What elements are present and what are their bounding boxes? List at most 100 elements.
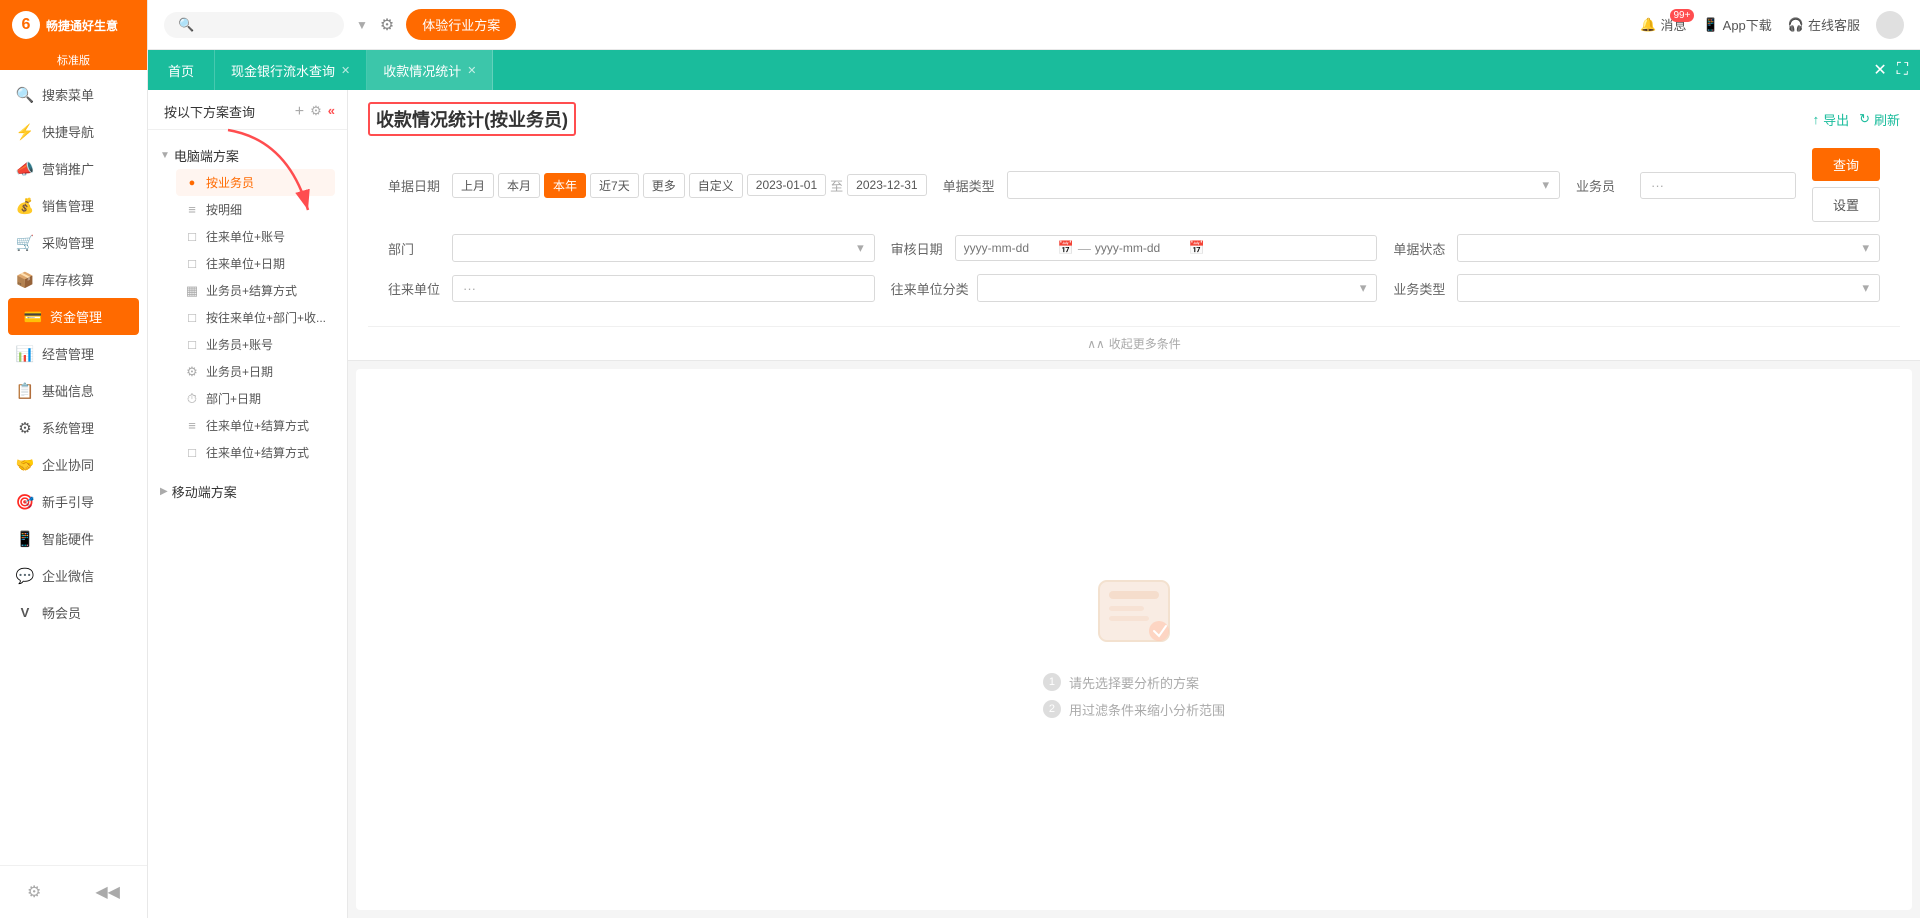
- tab-cashflow[interactable]: 现金银行流水查询 ✕: [215, 50, 367, 90]
- sidebar-settings-btn[interactable]: ⚙: [21, 876, 47, 908]
- salesman-date-icon: ⚙: [184, 364, 200, 380]
- tab-home[interactable]: 首页: [148, 50, 215, 90]
- sidebar-item-member[interactable]: V 畅会员: [0, 594, 147, 631]
- scheme-item-salesman-account[interactable]: □ 业务员+账号: [176, 331, 335, 358]
- audit-date-to-input[interactable]: [1095, 241, 1185, 255]
- logo-text: 畅捷通好生意: [46, 17, 118, 34]
- trial-btn[interactable]: 体验行业方案: [406, 9, 516, 40]
- salesman-account-icon: □: [184, 337, 200, 353]
- audit-date-from-input[interactable]: [964, 241, 1054, 255]
- doc-status-chevron-icon: ▾: [1862, 240, 1869, 256]
- member-icon: V: [16, 604, 34, 622]
- sidebar-item-system[interactable]: ⚙ 系统管理: [0, 409, 147, 446]
- topbar-search-box[interactable]: 🔍: [164, 12, 344, 38]
- filter-partner-type-select[interactable]: ▾: [977, 274, 1378, 302]
- collapse-bar[interactable]: ∧∧ 收起更多条件: [368, 326, 1900, 360]
- refresh-btn[interactable]: ↻ 刷新: [1859, 110, 1900, 129]
- mobile-group-arrow: ▶: [160, 486, 168, 497]
- mobile-group-label: 移动端方案: [172, 482, 237, 501]
- sidebar-item-wechat[interactable]: 💬 企业微信: [0, 557, 147, 594]
- sidebar-item-finance[interactable]: 💳 资金管理: [8, 298, 139, 335]
- messages-btn[interactable]: 🔔 消息 99+: [1640, 15, 1686, 34]
- scheme-item-partner-dept-recv[interactable]: □ 按往来单位+部门+收...: [176, 304, 335, 331]
- tab-receipts-close[interactable]: ✕: [467, 64, 476, 77]
- topbar-dropdown[interactable]: ▼: [356, 18, 368, 32]
- scheme-item-salesman-date[interactable]: ⚙ 业务员+日期: [176, 358, 335, 385]
- topbar: 🔍 ▼ ⚙ 体验行业方案 🔔 消息 99+ 📱 App下载 🎧 在线客服: [148, 0, 1920, 50]
- sidebar-item-basics[interactable]: 📋 基础信息: [0, 372, 147, 409]
- user-avatar[interactable]: [1876, 11, 1904, 39]
- scheme-item-by-detail[interactable]: ≡ 按明细: [176, 196, 335, 223]
- pc-group-arrow: ▼: [160, 150, 170, 161]
- mobile-group-title[interactable]: ▶ 移动端方案: [160, 478, 335, 505]
- sidebar-item-sales[interactable]: 💰 销售管理: [0, 187, 147, 224]
- sidebar-label-search: 搜索菜单: [42, 85, 94, 104]
- online-service-label: 在线客服: [1808, 15, 1860, 34]
- scheme-item-partner-account-label: 往来单位+账号: [206, 228, 285, 245]
- sidebar-label-inventory: 库存核算: [42, 270, 94, 289]
- pc-group[interactable]: ▼ 电脑端方案 ● 按业务员 ≡ 按明细 □: [148, 136, 347, 472]
- scheme-item-dept-date[interactable]: ⏱ 部门+日期: [176, 385, 335, 412]
- filter-doc-type-select[interactable]: ▾: [1007, 171, 1560, 199]
- salesman-settlement-icon: ▦: [184, 283, 200, 299]
- collapse-up-icon: ∧∧: [1087, 337, 1105, 351]
- date-from-input[interactable]: 2023-01-01: [747, 174, 826, 196]
- filter-doc-status-select[interactable]: ▾: [1457, 234, 1880, 262]
- sidebar-item-enterprise[interactable]: 🤝 企业协同: [0, 446, 147, 483]
- scheme-item-salesman-settlement[interactable]: ▦ 业务员+结算方式: [176, 277, 335, 304]
- scheme-add-btn[interactable]: +: [295, 103, 304, 121]
- date-btn-last-month[interactable]: 上月: [452, 173, 494, 198]
- sidebar-item-marketing[interactable]: 📣 营销推广: [0, 150, 147, 187]
- export-btn[interactable]: ↑ 导出: [1813, 110, 1850, 129]
- query-btn[interactable]: 查询: [1812, 148, 1880, 181]
- tab-cashflow-close[interactable]: ✕: [341, 64, 350, 77]
- scheme-header-label: 按以下方案查询: [164, 102, 255, 121]
- scheme-item-partner-settlement2[interactable]: □ 往来单位+结算方式: [176, 439, 335, 466]
- partner-ellipsis-icon: ···: [463, 281, 476, 296]
- date-btn-more[interactable]: 更多: [643, 173, 685, 198]
- sidebar-item-search[interactable]: 🔍 搜索菜单: [0, 76, 147, 113]
- app-logo: 6 畅捷通好生意: [0, 0, 147, 50]
- topbar-gear-btn[interactable]: ⚙: [380, 15, 394, 35]
- sidebar-label-marketing: 营销推广: [42, 159, 94, 178]
- scheme-item-partner-date[interactable]: □ 往来单位+日期: [176, 250, 335, 277]
- filter-audit-date-range[interactable]: 📅 — 📅: [955, 235, 1378, 261]
- date-btn-this-month[interactable]: 本月: [498, 173, 540, 198]
- scheme-item-partner-settlement1[interactable]: ≡ 往来单位+结算方式: [176, 412, 335, 439]
- filter-partner-type-item: 往来单位分类 ▾: [891, 274, 1378, 302]
- filter-dept-select[interactable]: ▾: [452, 234, 875, 262]
- date-separator: 至: [830, 176, 843, 195]
- app-download-btn[interactable]: 📱 App下载: [1702, 15, 1771, 34]
- sidebar-item-operations[interactable]: 📊 经营管理: [0, 335, 147, 372]
- tab-receipts[interactable]: 收款情况统计 ✕: [367, 50, 493, 90]
- sidebar-collapse-btn[interactable]: ◀◀: [89, 876, 126, 908]
- scheme-item-partner-dept-recv-label: 按往来单位+部门+收...: [206, 309, 326, 326]
- filter-partner-input[interactable]: ···: [452, 275, 875, 302]
- sidebar-item-quick-nav[interactable]: ⚡ 快捷导航: [0, 113, 147, 150]
- sidebar-item-guide[interactable]: 🎯 新手引导: [0, 483, 147, 520]
- filter-biz-type-select[interactable]: ▾: [1457, 274, 1880, 302]
- date-to-input[interactable]: 2023-12-31: [847, 174, 926, 196]
- scheme-panel: 按以下方案查询 + ⚙ «: [148, 90, 348, 918]
- scheme-item-by-salesman[interactable]: ● 按业务员: [176, 169, 335, 196]
- hint-item-1: 1 请先选择要分析的方案: [1043, 673, 1225, 692]
- tab-fullscreen-icon[interactable]: ⛶: [1897, 61, 1908, 79]
- sidebar-item-smart-hw[interactable]: 📱 智能硬件: [0, 520, 147, 557]
- scheme-collapse-btn[interactable]: «: [328, 103, 335, 121]
- topbar-right: 🔔 消息 99+ 📱 App下载 🎧 在线客服: [1640, 11, 1904, 39]
- filter-salesman-input[interactable]: ···: [1640, 172, 1796, 199]
- date-btn-custom[interactable]: 自定义: [689, 173, 743, 198]
- date-btn-this-year[interactable]: 本年: [544, 173, 586, 198]
- scheme-settings-btn[interactable]: ⚙: [310, 103, 322, 121]
- date-btn-7days[interactable]: 近7天: [590, 173, 639, 198]
- scheme-item-partner-account[interactable]: □ 往来单位+账号: [176, 223, 335, 250]
- page-title: 收款情况统计(按业务员): [368, 102, 576, 136]
- sidebar-item-purchase[interactable]: 🛒 采购管理: [0, 224, 147, 261]
- sidebar-item-inventory[interactable]: 📦 库存核算: [0, 261, 147, 298]
- scheme-list: ● 按业务员 ≡ 按明细 □ 往来单位+账号 □: [160, 169, 335, 466]
- settings-btn[interactable]: 设置: [1812, 187, 1880, 222]
- online-service-btn[interactable]: 🎧 在线客服: [1788, 15, 1860, 34]
- scheme-item-salesman-date-label: 业务员+日期: [206, 363, 273, 380]
- filter-dept-label: 部门: [388, 239, 444, 258]
- tab-close-all-icon[interactable]: ✕: [1873, 60, 1886, 80]
